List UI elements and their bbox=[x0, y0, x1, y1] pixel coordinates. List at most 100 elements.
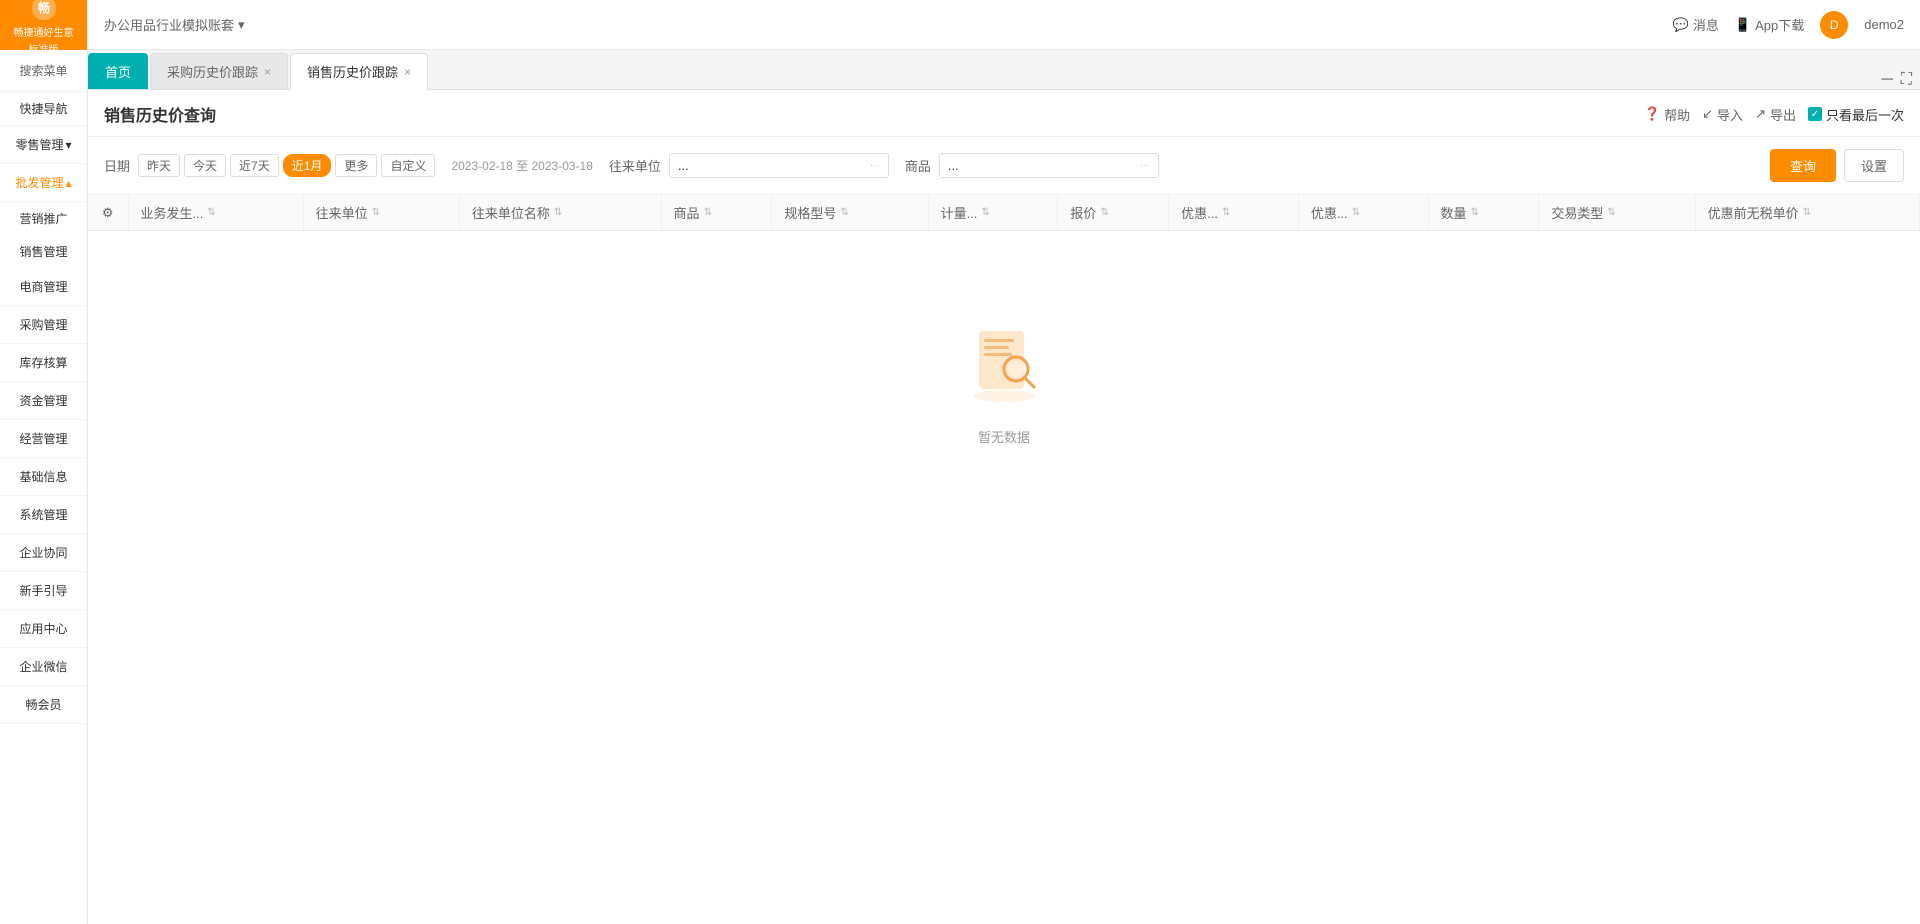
sidebar-item-finance[interactable]: 资金管理 bbox=[0, 382, 87, 420]
tab-home-label: 首页 bbox=[105, 62, 131, 81]
only-last-checkbox-label[interactable]: ✓ 只看最后一次 bbox=[1808, 105, 1904, 124]
date-filter-group: 日期 昨天 今天 近7天 近1月 更多 自定义 2023-02-18 至 202… bbox=[104, 154, 593, 177]
page-title-bar: 销售历史价查询 ❓ 帮助 ↙ 导入 ↗ 导出 ✓ 只看最后一次 bbox=[88, 90, 1920, 137]
th-discount-rate-label: 优惠... bbox=[1181, 203, 1218, 222]
empty-illustration bbox=[954, 311, 1054, 411]
sidebar-item-sales[interactable]: 销售管理 bbox=[0, 235, 87, 268]
workspace-area: 办公用品行业模拟账套 ▾ bbox=[104, 15, 245, 34]
th-pretax-price[interactable]: 优惠前无税单价 ⇅ bbox=[1695, 195, 1919, 231]
workspace-selector[interactable]: 办公用品行业模拟账套 ▾ bbox=[104, 15, 245, 34]
avatar-initial: D bbox=[1830, 18, 1839, 32]
export-button[interactable]: ↗ 导出 bbox=[1755, 105, 1796, 124]
search-menu-button[interactable]: 搜索菜单 bbox=[6, 58, 81, 83]
tab-home[interactable]: 首页 bbox=[88, 53, 148, 89]
tab-sales-close[interactable]: × bbox=[404, 65, 411, 79]
th-partner-code[interactable]: 往来单位 ⇅ bbox=[303, 195, 459, 231]
th-partner-code-label: 往来单位 bbox=[316, 203, 368, 222]
tab-purchase-history[interactable]: 采购历史价跟踪 × bbox=[150, 53, 288, 89]
sidebar-item-system[interactable]: 系统管理 bbox=[0, 496, 87, 534]
data-table: ⚙ 业务发生... ⇅ 往来单位 ⇅ bbox=[88, 195, 1920, 231]
sidebar-item-cooperation[interactable]: 企业协同 bbox=[0, 534, 87, 572]
svg-text:畅: 畅 bbox=[37, 0, 49, 15]
sidebar-item-apps[interactable]: 应用中心 bbox=[0, 610, 87, 648]
date-btn-7days[interactable]: 近7天 bbox=[230, 154, 279, 177]
message-label: 消息 bbox=[1693, 15, 1719, 34]
quick-nav[interactable]: 快捷导航 bbox=[0, 92, 87, 126]
maximize-button[interactable]: ⛶ bbox=[1901, 71, 1912, 89]
partner-input[interactable]: ... ··· bbox=[669, 153, 889, 178]
sidebar-item-marketing[interactable]: 营销推广 bbox=[0, 202, 87, 235]
th-trade-type[interactable]: 交易类型 ⇅ bbox=[1539, 195, 1695, 231]
user-name: demo2 bbox=[1864, 17, 1904, 32]
sidebar-item-inventory[interactable]: 库存核算 bbox=[0, 344, 87, 382]
sort-icon-goods: ⇅ bbox=[704, 207, 712, 218]
download-icon: 📱 bbox=[1735, 17, 1751, 33]
message-button[interactable]: 💬 消息 bbox=[1673, 15, 1719, 34]
date-buttons: 昨天 今天 近7天 近1月 更多 自定义 bbox=[138, 154, 435, 177]
page-title: 销售历史价查询 bbox=[104, 102, 216, 126]
th-spec-label: 规格型号 bbox=[784, 203, 836, 222]
sidebar-item-wechat[interactable]: 企业微信 bbox=[0, 648, 87, 686]
date-btn-1month[interactable]: 近1月 bbox=[283, 154, 332, 177]
search-menu[interactable]: 搜索菜单 bbox=[0, 50, 87, 92]
tab-purchase-close[interactable]: × bbox=[264, 65, 271, 79]
sidebar-item-retail[interactable]: 零售管理 ▾ bbox=[0, 126, 87, 164]
sidebar-item-guide[interactable]: 新手引导 bbox=[0, 572, 87, 610]
minimize-button[interactable]: ─ bbox=[1881, 71, 1892, 89]
app-logo: 畅 畅捷通好生意 标准版 bbox=[0, 0, 87, 50]
th-discount-rate[interactable]: 优惠... ⇅ bbox=[1169, 195, 1299, 231]
tab-sales-label: 销售历史价跟踪 bbox=[307, 62, 398, 81]
settings-button[interactable]: 设置 bbox=[1844, 149, 1904, 182]
sidebar-item-member[interactable]: 畅会员 bbox=[0, 686, 87, 724]
date-btn-yesterday[interactable]: 昨天 bbox=[138, 154, 180, 177]
th-spec[interactable]: 规格型号 ⇅ bbox=[772, 195, 928, 231]
sort-icon-unit: ⇅ bbox=[981, 207, 989, 218]
partner-label: 往来单位 bbox=[609, 156, 661, 175]
date-btn-more[interactable]: 更多 bbox=[335, 154, 377, 177]
only-last-label: 只看最后一次 bbox=[1826, 105, 1904, 124]
action-buttons: 查询 设置 bbox=[1770, 149, 1904, 182]
date-btn-custom[interactable]: 自定义 bbox=[381, 154, 435, 177]
sort-icon-partner-code: ⇅ bbox=[372, 207, 380, 218]
chevron-up-icon: ▴ bbox=[65, 176, 71, 190]
date-btn-today[interactable]: 今天 bbox=[184, 154, 226, 177]
th-partner-name[interactable]: 往来单位名称 ⇅ bbox=[459, 195, 661, 231]
th-goods[interactable]: 商品 ⇅ bbox=[661, 195, 772, 231]
app-download-button[interactable]: 📱 App下载 bbox=[1735, 15, 1804, 34]
th-discount-amt[interactable]: 优惠... ⇅ bbox=[1298, 195, 1428, 231]
sort-icon-partner-name: ⇅ bbox=[554, 207, 562, 218]
th-biz-date[interactable]: 业务发生... ⇅ bbox=[128, 195, 303, 231]
filter-bar: 日期 昨天 今天 近7天 近1月 更多 自定义 2023-02-18 至 202… bbox=[88, 137, 1920, 195]
app-name: 畅捷通好生意 bbox=[14, 24, 74, 39]
tab-sales-history[interactable]: 销售历史价跟踪 × bbox=[290, 53, 428, 90]
th-price[interactable]: 报价 ⇅ bbox=[1058, 195, 1169, 231]
th-settings: ⚙ bbox=[88, 195, 128, 231]
settings-icon[interactable]: ⚙ bbox=[102, 205, 114, 220]
import-label: 导入 bbox=[1717, 105, 1743, 124]
dropdown-icon: ▾ bbox=[238, 17, 245, 33]
sidebar-item-wholesale[interactable]: 批发管理 ▴ bbox=[0, 164, 87, 202]
th-trade-type-label: 交易类型 bbox=[1551, 203, 1603, 222]
sidebar-item-operations[interactable]: 经营管理 bbox=[0, 420, 87, 458]
top-header: 办公用品行业模拟账套 ▾ 💬 消息 📱 App下载 D demo2 bbox=[88, 0, 1920, 50]
sort-icon-trade-type: ⇅ bbox=[1607, 207, 1615, 218]
th-biz-date-label: 业务发生... bbox=[141, 203, 204, 222]
goods-dots-suffix: ··· bbox=[1140, 160, 1150, 171]
import-button[interactable]: ↙ 导入 bbox=[1702, 105, 1743, 124]
page-content: 销售历史价查询 ❓ 帮助 ↙ 导入 ↗ 导出 ✓ 只看最后一次 bbox=[88, 90, 1920, 924]
avatar[interactable]: D bbox=[1820, 11, 1848, 39]
chevron-down-icon: ▾ bbox=[65, 138, 71, 152]
page-actions: ❓ 帮助 ↙ 导入 ↗ 导出 ✓ 只看最后一次 bbox=[1644, 105, 1904, 124]
partner-dots-suffix: ··· bbox=[870, 160, 880, 171]
sidebar-item-purchase[interactable]: 采购管理 bbox=[0, 306, 87, 344]
query-button[interactable]: 查询 bbox=[1770, 149, 1836, 182]
help-label: 帮助 bbox=[1664, 105, 1690, 124]
help-button[interactable]: ❓ 帮助 bbox=[1644, 105, 1690, 124]
sidebar-item-ecommerce[interactable]: 电商管理 bbox=[0, 268, 87, 306]
main-area: 办公用品行业模拟账套 ▾ 💬 消息 📱 App下载 D demo2 首页 采购历… bbox=[88, 0, 1920, 924]
th-unit[interactable]: 计量... ⇅ bbox=[928, 195, 1058, 231]
goods-input[interactable]: ... ··· bbox=[939, 153, 1159, 178]
th-qty[interactable]: 数量 ⇅ bbox=[1428, 195, 1539, 231]
th-pretax-price-label: 优惠前无税单价 bbox=[1708, 203, 1799, 222]
sidebar-item-basic[interactable]: 基础信息 bbox=[0, 458, 87, 496]
